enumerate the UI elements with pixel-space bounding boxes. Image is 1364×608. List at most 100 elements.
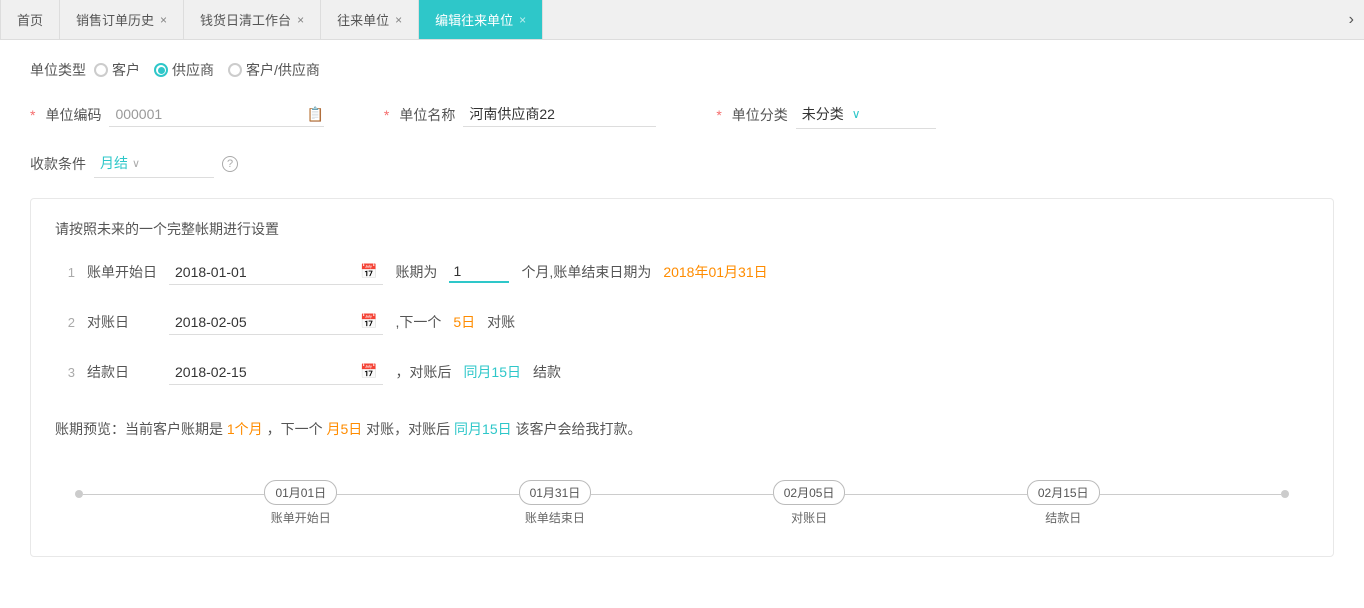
close-edit-partner-unit-icon[interactable]: × — [519, 13, 526, 27]
timeline-node-4: 02月15日 结款日 — [1027, 480, 1100, 526]
setting-row-1: 1 账单开始日 📅 账期为 个月,账单结束日期为 2018年01月31日 — [55, 259, 1309, 285]
tab-bar: 首页 销售订单历史 × 钱货日清工作台 × 往来单位 × 编辑往来单位 × › — [0, 0, 1364, 40]
payment-terms-select[interactable]: 月结 ∨ — [94, 149, 214, 178]
reconcile-date-input[interactable] — [175, 314, 356, 330]
radio-customer[interactable]: 客户 — [94, 60, 140, 80]
timeline-node-3: 02月05日 对账日 — [773, 480, 846, 526]
payment-date-input[interactable] — [175, 364, 356, 380]
tab-cash-work-label: 钱货日清工作台 — [200, 10, 291, 29]
tab-home-label: 首页 — [17, 10, 43, 29]
timeline-node-1: 01月01日 账单开始日 — [264, 480, 337, 526]
tab-sales-order-history[interactable]: 销售订单历史 × — [60, 0, 184, 39]
summary-payment: 同月15日 — [454, 421, 512, 437]
payment-terms-label: 收款条件 — [30, 154, 86, 174]
node-sub-4: 结款日 — [1045, 509, 1081, 526]
tab-edit-partner-unit[interactable]: 编辑往来单位 × — [419, 0, 543, 39]
reconcile-day-highlight: 5日 — [453, 312, 475, 332]
reconcile-suffix-post: 对账 — [487, 312, 515, 332]
row-label-3: 结款日 — [87, 362, 157, 382]
timeline-seg-4 — [845, 494, 1026, 495]
setting-row-3: 3 结款日 📅 ，对账后 同月15日 结款 — [55, 359, 1309, 385]
radio-customer-circle — [94, 63, 108, 77]
unit-code-required: * — [30, 107, 35, 123]
summary-end: 该客户会给我打款。 — [516, 421, 642, 437]
unit-category-select[interactable]: 未分类 ∨ — [796, 100, 936, 129]
summary-after: 对账，对账后 — [366, 421, 450, 437]
payment-terms-value: 月结 — [100, 153, 128, 173]
reconcile-date-cal-icon[interactable]: 📅 — [360, 313, 377, 330]
radio-customer-supplier[interactable]: 客户/供应商 — [228, 60, 320, 80]
node-sub-3: 对账日 — [791, 509, 827, 526]
node-badge-3: 02月05日 — [773, 480, 846, 505]
unit-name-required: * — [384, 107, 389, 123]
row-label-1: 账单开始日 — [87, 262, 157, 282]
unit-code-input[interactable] — [109, 102, 302, 126]
unit-code-field: * 单位编码 📋 — [30, 102, 324, 127]
tab-partner-unit-label: 往来单位 — [337, 10, 389, 29]
unit-type-row: 单位类型 客户 供应商 客户/供应商 — [30, 60, 1334, 80]
payment-terms-arrow-icon: ∨ — [132, 157, 140, 170]
close-sales-order-history-icon[interactable]: × — [160, 13, 167, 27]
timeline-seg-2 — [337, 494, 518, 495]
summary-period: 1个月 — [227, 421, 263, 437]
help-icon[interactable]: ? — [222, 156, 238, 172]
timeline-section: 01月01日 账单开始日 01月31日 账单结束日 02月05日 对账日 — [55, 470, 1309, 536]
unit-code-input-wrap: 📋 — [109, 102, 323, 127]
summary-row: 账期预览：当前客户账期是 1个月 ，下一个 月5日 对账，对账后 同月15日 该… — [55, 409, 1309, 450]
payment-day-highlight: 同月15日 — [463, 362, 521, 382]
start-date-cal-icon[interactable]: 📅 — [360, 263, 377, 280]
timeline-seg-3 — [591, 494, 772, 495]
radio-customer-supplier-label: 客户/供应商 — [246, 60, 320, 80]
start-date-input-wrap: 📅 — [169, 259, 383, 285]
unit-category-value: 未分类 — [802, 104, 844, 124]
timeline-node-2: 01月31日 账单结束日 — [519, 480, 592, 526]
payment-date-cal-icon[interactable]: 📅 — [360, 363, 377, 380]
tab-edit-partner-unit-label: 编辑往来单位 — [435, 10, 513, 29]
reconcile-suffix-pre: ,下一个 — [395, 312, 441, 332]
unit-category-required: * — [716, 107, 721, 123]
period-value-input[interactable] — [449, 261, 509, 283]
row-num-2: 2 — [55, 315, 75, 330]
reconcile-date-input-wrap: 📅 — [169, 309, 383, 335]
close-cash-work-icon[interactable]: × — [297, 13, 304, 27]
unit-type-field: 单位类型 客户 供应商 客户/供应商 — [30, 60, 320, 80]
node-badge-1: 01月01日 — [264, 480, 337, 505]
unit-name-label: 单位名称 — [399, 105, 455, 125]
summary-mid: ，下一个 — [267, 421, 323, 437]
radio-group-unit-type: 客户 供应商 客户/供应商 — [94, 60, 320, 80]
payment-terms-row: 收款条件 月结 ∨ ? — [30, 149, 1334, 178]
close-partner-unit-icon[interactable]: × — [395, 13, 402, 27]
tab-cash-work[interactable]: 钱货日清工作台 × — [184, 0, 321, 39]
payment-terms-field: 收款条件 月结 ∨ ? — [30, 149, 238, 178]
radio-supplier[interactable]: 供应商 — [154, 60, 214, 80]
tab-partner-unit[interactable]: 往来单位 × — [321, 0, 419, 39]
setting-row-2: 2 对账日 📅 ,下一个 5日 对账 — [55, 309, 1309, 335]
radio-customer-supplier-circle — [228, 63, 242, 77]
timeline-seg-5 — [1100, 494, 1281, 495]
radio-supplier-label: 供应商 — [172, 60, 214, 80]
unit-type-label: 单位类型 — [30, 60, 86, 80]
timeline-right-dot — [1281, 490, 1289, 498]
payment-suffix-pre: ，对账后 — [395, 362, 451, 382]
row-num-1: 1 — [55, 265, 75, 280]
unit-category-label: 单位分类 — [732, 105, 788, 125]
main-content: 单位类型 客户 供应商 客户/供应商 * 单位编码 — [0, 40, 1364, 608]
unit-fields-row: * 单位编码 📋 * 单位名称 * 单位分类 未分类 ∨ — [30, 100, 1334, 129]
unit-name-input[interactable] — [463, 102, 656, 127]
payment-date-input-wrap: 📅 — [169, 359, 383, 385]
period-end-date-highlight: 2018年01月31日 — [663, 262, 767, 282]
tab-home[interactable]: 首页 — [0, 0, 60, 39]
card-title: 请按照未来的一个完整帐期进行设置 — [55, 219, 1309, 239]
row-label-2: 对账日 — [87, 312, 157, 332]
timeline-seg-1 — [83, 494, 264, 495]
node-sub-1: 账单开始日 — [271, 509, 331, 526]
timeline-left-dot — [75, 490, 83, 498]
tab-more-button[interactable]: › — [1339, 0, 1364, 39]
start-date-input[interactable] — [175, 264, 356, 280]
payment-suffix-post: 结款 — [533, 362, 561, 382]
period-suffix-pre: 账期为 — [395, 262, 437, 282]
summary-prefix: 账期预览：当前客户账期是 — [55, 421, 223, 437]
unit-code-copy-icon[interactable]: 📋 — [306, 106, 323, 123]
node-badge-4: 02月15日 — [1027, 480, 1100, 505]
summary-day: 月5日 — [326, 421, 362, 437]
